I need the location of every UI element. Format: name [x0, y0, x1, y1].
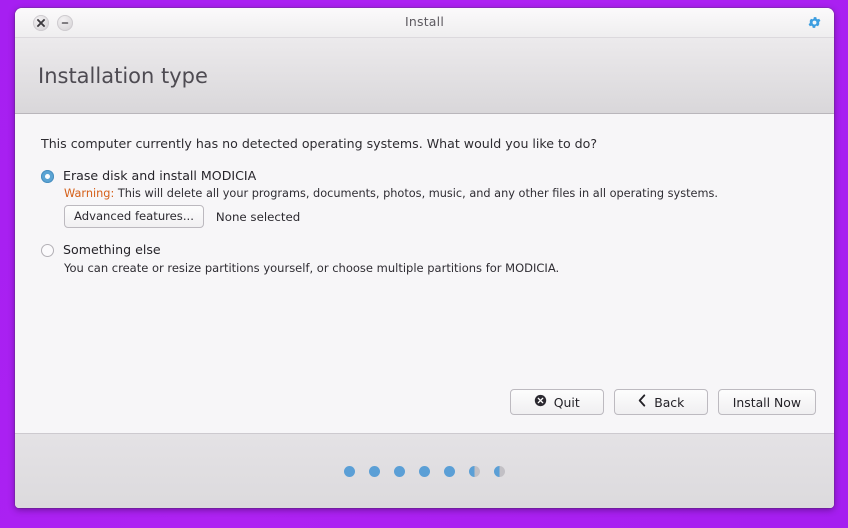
page-title: Installation type: [38, 63, 208, 88]
quit-button-label: Quit: [553, 394, 580, 410]
install-now-button-label: Install Now: [732, 394, 801, 410]
back-button[interactable]: Back: [613, 389, 708, 415]
window-titlebar: Install: [15, 8, 834, 38]
option-something-else[interactable]: Something else: [41, 242, 808, 257]
progress-dot: [344, 465, 355, 477]
progress-dot: [419, 465, 430, 477]
progress-dot: [494, 465, 505, 477]
install-now-button[interactable]: Install Now: [717, 389, 816, 415]
advanced-features-row: Advanced features... None selected: [64, 205, 808, 228]
chevron-left-icon: [637, 394, 647, 410]
action-buttons: Quit Back Install Now: [509, 389, 816, 415]
installer-window: Install Installation type This computer …: [15, 8, 834, 508]
progress-dot: [394, 465, 405, 477]
radio-something-else[interactable]: [41, 244, 54, 257]
window-title: Install: [404, 14, 445, 29]
quit-button[interactable]: Quit: [509, 389, 604, 415]
quit-icon: [534, 394, 547, 410]
warning-text: This will delete all your programs, docu…: [114, 187, 718, 200]
desktop-background: Install Installation type This computer …: [0, 0, 848, 528]
progress-dot: [369, 465, 380, 477]
progress-dot: [469, 465, 480, 477]
warning-label: Warning:: [64, 187, 115, 200]
window-footer: [15, 433, 834, 508]
main-content: This computer currently has no detected …: [15, 114, 834, 433]
option-something-else-label: Something else: [63, 242, 161, 257]
erase-disk-details: Warning: This will delete all your progr…: [64, 187, 808, 228]
radio-erase-disk[interactable]: [41, 170, 54, 183]
gear-icon[interactable]: [806, 14, 823, 31]
option-erase-disk-label: Erase disk and install MODICIA: [63, 168, 257, 183]
progress-dots: [344, 465, 505, 477]
option-erase-disk[interactable]: Erase disk and install MODICIA: [41, 168, 808, 183]
something-else-description: You can create or resize partitions your…: [64, 261, 560, 275]
progress-dot: [444, 465, 455, 477]
intro-text: This computer currently has no detected …: [41, 136, 598, 151]
advanced-features-button[interactable]: Advanced features...: [64, 205, 204, 228]
erase-disk-warning: Warning: This will delete all your progr…: [64, 187, 808, 200]
back-button-label: Back: [654, 394, 685, 410]
advanced-features-status: None selected: [215, 209, 301, 224]
page-header: Installation type: [15, 38, 834, 114]
